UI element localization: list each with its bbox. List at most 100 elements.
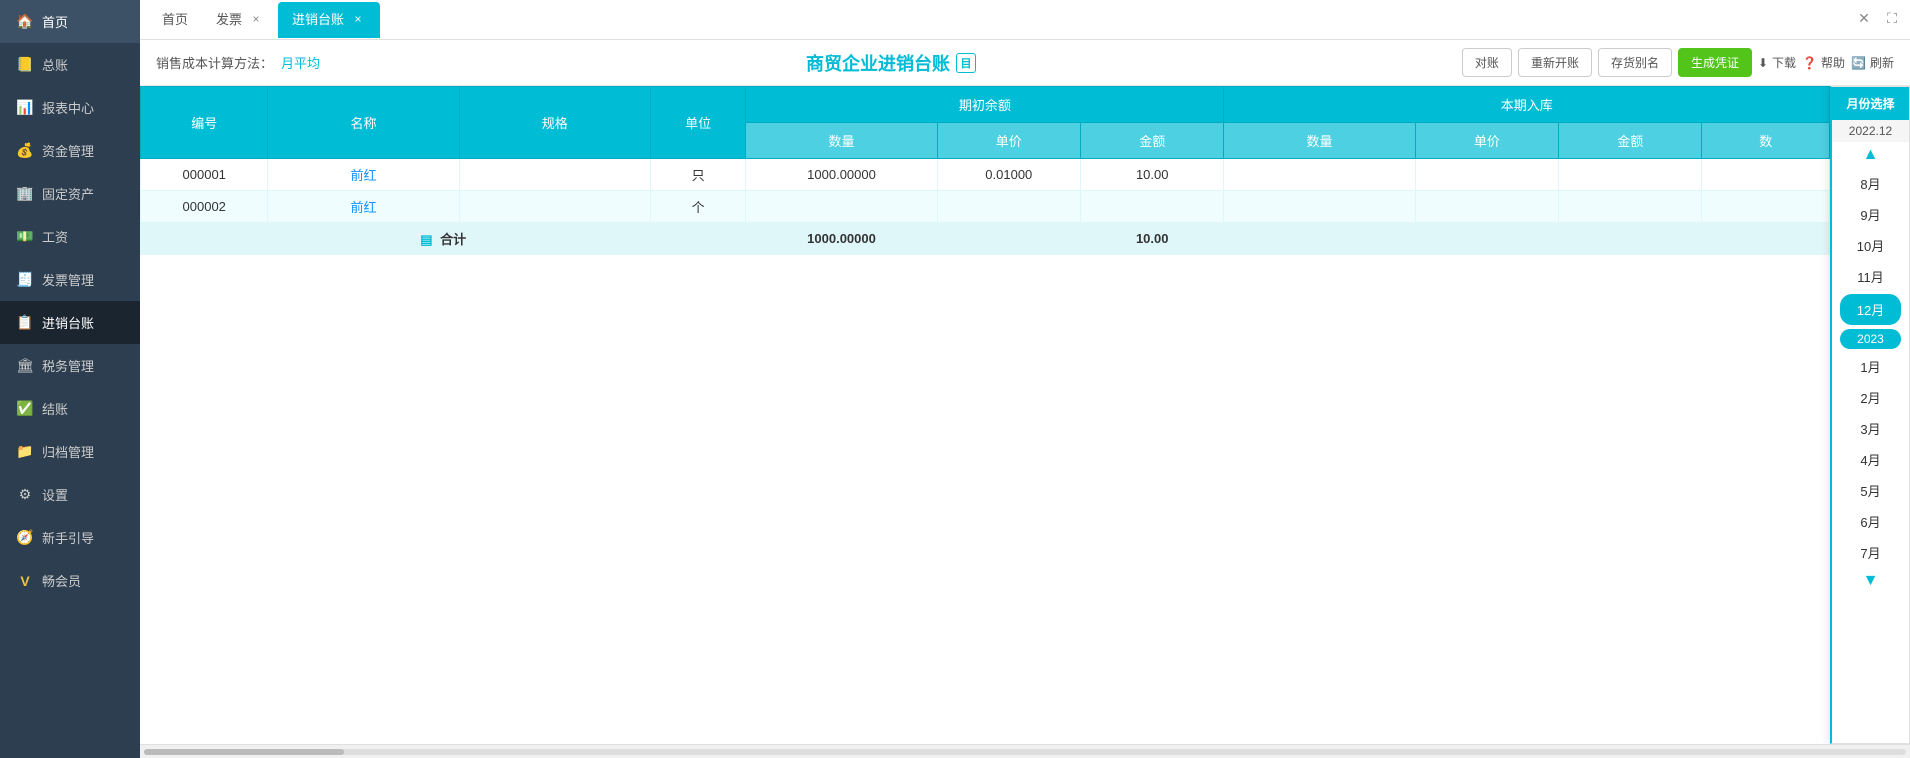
tab-purchase-sales-label: 进销台账 bbox=[292, 9, 344, 28]
tab-invoice[interactable]: 发票 × bbox=[202, 2, 278, 38]
month-item-7[interactable]: 7月 bbox=[1832, 537, 1909, 568]
data-table: 编号 名称 规格 单位 期初余额 本期入库 数量 单价 金额 数量 bbox=[140, 86, 1830, 255]
month-item-3[interactable]: 3月 bbox=[1832, 413, 1909, 444]
download-label: 下载 bbox=[1772, 54, 1796, 71]
archive-icon: 📁 bbox=[16, 443, 34, 461]
sidebar-item-settings[interactable]: ⚙ 设置 bbox=[0, 473, 140, 516]
total-in-amount bbox=[1559, 223, 1702, 255]
total-icon: ▤ bbox=[420, 232, 432, 247]
cell-name-1: 前红 bbox=[268, 159, 459, 191]
finance-icon: 💰 bbox=[16, 142, 34, 160]
month-item-5[interactable]: 5月 bbox=[1832, 475, 1909, 506]
cell-in-qty-1 bbox=[1224, 159, 1415, 191]
settlement-icon: ✅ bbox=[16, 400, 34, 418]
save-alias-button[interactable]: 存货别名 bbox=[1598, 48, 1672, 77]
total-in-qty bbox=[1224, 223, 1415, 255]
tab-purchase-sales[interactable]: 进销台账 × bbox=[278, 2, 380, 38]
assets-icon: 🏢 bbox=[16, 185, 34, 203]
sidebar-item-invoice-mgmt[interactable]: 🧾 发票管理 bbox=[0, 258, 140, 301]
sidebar-item-archive[interactable]: 📁 归档管理 bbox=[0, 430, 140, 473]
month-item-9[interactable]: 9月 bbox=[1832, 199, 1909, 230]
sidebar-label-archive: 归档管理 bbox=[42, 442, 94, 461]
table-row: 000002 前红 个 bbox=[141, 191, 1830, 223]
cell-qc-price-1: 0.01000 bbox=[937, 159, 1080, 191]
month-panel: 月份选择 2022.12 ▲ 8月 9月 10月 11月 12月 2023 1月… bbox=[1830, 86, 1910, 744]
tab-invoice-close[interactable]: × bbox=[248, 11, 264, 27]
sidebar-item-finance[interactable]: 💰 资金管理 bbox=[0, 129, 140, 172]
sidebar-label-home: 首页 bbox=[42, 12, 68, 31]
sidebar-label-tax: 税务管理 bbox=[42, 356, 94, 375]
content-area: 销售成本计算方法： 月平均 商贸企业进销台账 目 对账 重新开账 存货别名 生成… bbox=[140, 40, 1910, 758]
sidebar-item-purchase-sales[interactable]: 📋 进销台账 bbox=[0, 301, 140, 344]
sidebar-label-settings: 设置 bbox=[42, 485, 68, 504]
scrollbar-thumb[interactable] bbox=[144, 749, 344, 755]
cell-qc-price-2 bbox=[937, 191, 1080, 223]
member-icon: V bbox=[16, 572, 34, 590]
page-title: 商贸企业进销台账 bbox=[806, 50, 950, 76]
sidebar-label-ledger: 总账 bbox=[42, 55, 68, 74]
cell-in-extra-1 bbox=[1702, 159, 1830, 191]
month-item-1[interactable]: 1月 bbox=[1832, 351, 1909, 382]
maximize-button[interactable]: ⛶ bbox=[1882, 8, 1902, 28]
page-title-area: 商贸企业进销台账 目 bbox=[328, 50, 1454, 76]
th-qc-amount: 金额 bbox=[1081, 123, 1224, 159]
cell-in-price-1 bbox=[1415, 159, 1558, 191]
total-extra bbox=[1702, 223, 1830, 255]
reconcile-button[interactable]: 对账 bbox=[1462, 48, 1512, 77]
sidebar-item-settlement[interactable]: ✅ 结账 bbox=[0, 387, 140, 430]
th-in-qty: 数量 bbox=[1224, 123, 1415, 159]
month-scroll-down[interactable]: ▼ bbox=[1832, 568, 1909, 594]
reopen-button[interactable]: 重新开账 bbox=[1518, 48, 1592, 77]
cost-method-label: 销售成本计算方法： bbox=[156, 53, 273, 72]
th-qc-group: 期初余额 bbox=[746, 87, 1224, 123]
cell-name-2: 前红 bbox=[268, 191, 459, 223]
page-header: 销售成本计算方法： 月平均 商贸企业进销台账 目 对账 重新开账 存货别名 生成… bbox=[140, 40, 1910, 86]
cost-method-value: 月平均 bbox=[281, 53, 320, 72]
download-button[interactable]: ⬇ 下载 bbox=[1758, 54, 1796, 71]
cell-qc-amount-2 bbox=[1081, 191, 1224, 223]
tab-home[interactable]: 首页 bbox=[148, 2, 202, 38]
cell-qc-amount-1: 10.00 bbox=[1081, 159, 1224, 191]
month-item-12[interactable]: 12月 bbox=[1840, 294, 1901, 325]
month-item-11[interactable]: 11月 bbox=[1832, 261, 1909, 292]
th-qc-price: 单价 bbox=[937, 123, 1080, 159]
close-button[interactable]: ✕ bbox=[1854, 8, 1874, 28]
sidebar-item-guide[interactable]: 🧭 新手引导 bbox=[0, 516, 140, 559]
month-item-6[interactable]: 6月 bbox=[1832, 506, 1909, 537]
sidebar-item-member[interactable]: V 畅会员 bbox=[0, 559, 140, 602]
sidebar-item-reports[interactable]: 📊 报表中心 bbox=[0, 86, 140, 129]
sidebar-item-home[interactable]: 🏠 首页 bbox=[0, 0, 140, 43]
month-panel-title: 月份选择 bbox=[1832, 87, 1909, 120]
sidebar-item-ledger[interactable]: 📒 总账 bbox=[0, 43, 140, 86]
help-button[interactable]: ❓ 帮助 bbox=[1802, 54, 1845, 71]
total-qc-price bbox=[937, 223, 1080, 255]
th-in-extra: 数 bbox=[1702, 123, 1830, 159]
bottom-scrollbar[interactable] bbox=[140, 744, 1910, 758]
month-scroll-up[interactable]: ▲ bbox=[1832, 142, 1909, 168]
scrollbar-track bbox=[144, 749, 1906, 755]
month-item-8[interactable]: 8月 bbox=[1832, 168, 1909, 199]
title-doc-icon[interactable]: 目 bbox=[956, 53, 976, 73]
sidebar-label-payroll: 工资 bbox=[42, 227, 68, 246]
month-item-10[interactable]: 10月 bbox=[1832, 230, 1909, 261]
sidebar-item-tax[interactable]: 🏛 税务管理 bbox=[0, 344, 140, 387]
cell-code-2: 000002 bbox=[141, 191, 268, 223]
month-item-4[interactable]: 4月 bbox=[1832, 444, 1909, 475]
sidebar-label-finance: 资金管理 bbox=[42, 141, 94, 160]
cell-qc-qty-2 bbox=[746, 191, 937, 223]
month-panel-year-2022: 2022.12 bbox=[1832, 120, 1909, 142]
refresh-button[interactable]: 🔄 刷新 bbox=[1851, 54, 1894, 71]
sidebar-label-settlement: 结账 bbox=[42, 399, 68, 418]
th-name: 名称 bbox=[268, 87, 459, 159]
refresh-label: 刷新 bbox=[1870, 54, 1894, 71]
cell-in-price-2 bbox=[1415, 191, 1558, 223]
invoice-mgmt-icon: 🧾 bbox=[16, 271, 34, 289]
generate-voucher-button[interactable]: 生成凭证 bbox=[1678, 48, 1752, 77]
month-item-2[interactable]: 2月 bbox=[1832, 382, 1909, 413]
sidebar-item-assets[interactable]: 🏢 固定资产 bbox=[0, 172, 140, 215]
tab-home-label: 首页 bbox=[162, 9, 188, 28]
total-qc-qty: 1000.00000 bbox=[746, 223, 937, 255]
tab-purchase-sales-close[interactable]: × bbox=[350, 11, 366, 27]
sidebar-item-payroll[interactable]: 💵 工资 bbox=[0, 215, 140, 258]
cell-code-1: 000001 bbox=[141, 159, 268, 191]
